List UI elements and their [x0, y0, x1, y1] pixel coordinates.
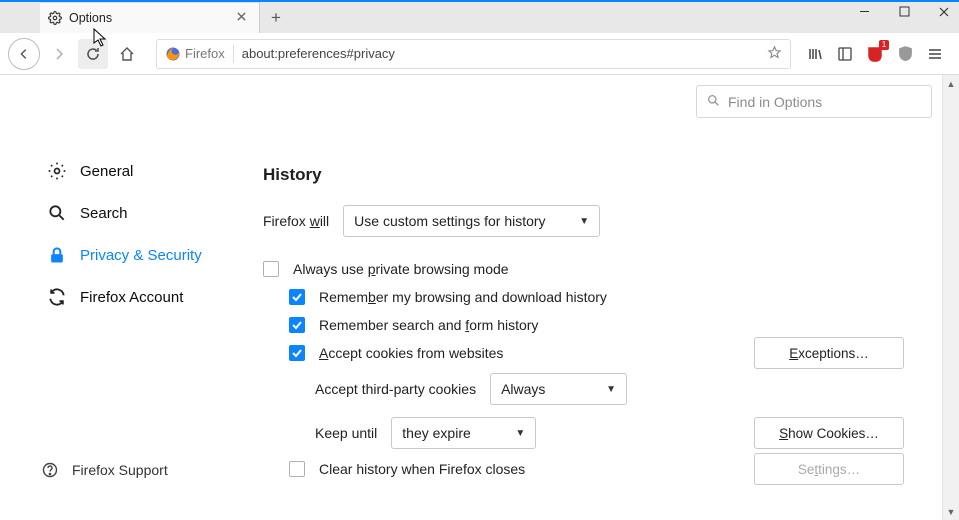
remember-search-label: Remember search and form history: [319, 317, 538, 333]
browser-tab-options[interactable]: Options: [40, 2, 260, 33]
app-menu-button[interactable]: [925, 44, 945, 64]
chevron-down-icon: ▼: [579, 216, 589, 227]
select-value: Use custom settings for history: [354, 213, 545, 229]
clear-on-close-checkbox[interactable]: [289, 461, 305, 477]
bookmark-star-button[interactable]: [767, 45, 782, 63]
address-bar[interactable]: Firefox about:preferences#privacy: [156, 39, 791, 69]
cookie-exceptions-button[interactable]: Exceptions…: [754, 337, 904, 369]
keep-until-label: Keep until: [315, 425, 377, 441]
always-private-row: Always use private browsing mode: [263, 261, 914, 277]
sidebar-item-search[interactable]: Search: [40, 192, 235, 234]
select-value: they expire: [402, 425, 470, 441]
home-button[interactable]: [112, 39, 142, 69]
scroll-up-button[interactable]: ▲: [943, 75, 959, 92]
navigation-toolbar: Firefox about:preferences#privacy 1: [0, 33, 959, 75]
ublock-icon[interactable]: 1: [865, 44, 885, 64]
sync-icon: [46, 286, 68, 308]
tab-drag-space: [0, 2, 40, 33]
tab-close-button[interactable]: [232, 9, 251, 27]
help-icon: [40, 460, 60, 480]
ublock-badge: 1: [879, 40, 889, 50]
gear-icon: [46, 160, 68, 182]
show-cookies-button[interactable]: Show Cookies…: [754, 417, 904, 449]
sidebar-item-general[interactable]: General: [40, 150, 235, 192]
separator: [233, 45, 234, 63]
sidebar-label: Firefox Account: [80, 289, 183, 306]
section-title-history: History: [263, 165, 914, 185]
third-party-label: Accept third-party cookies: [315, 381, 476, 397]
remember-search-checkbox[interactable]: [289, 317, 305, 333]
window-controls: [855, 6, 953, 18]
sidebar-item-privacy[interactable]: Privacy & Security: [40, 234, 235, 276]
chevron-down-icon: ▼: [606, 384, 616, 395]
scroll-down-button[interactable]: ▼: [943, 503, 959, 520]
history-mode-select[interactable]: Use custom settings for history ▼: [343, 205, 600, 237]
back-button[interactable]: [8, 38, 40, 70]
find-in-options-input[interactable]: Find in Options: [696, 85, 932, 118]
identity-box[interactable]: Firefox: [165, 46, 225, 62]
sidebar-label: General: [80, 163, 133, 180]
new-tab-button[interactable]: +: [260, 2, 292, 33]
tab-title: Options: [69, 11, 232, 25]
accept-cookies-label: Accept cookies from websites: [319, 345, 503, 361]
third-party-select[interactable]: Always ▼: [490, 373, 627, 405]
extension-shield-icon[interactable]: [895, 44, 915, 64]
history-mode-row: Firefox will Use custom settings for his…: [263, 205, 914, 237]
identity-label: Firefox: [185, 46, 225, 61]
tab-strip: Options +: [0, 0, 959, 33]
support-label: Firefox Support: [72, 462, 168, 478]
vertical-scrollbar[interactable]: ▲ ▼: [942, 75, 959, 520]
clear-on-close-row: Clear history when Firefox closes Settin…: [289, 461, 914, 477]
keep-until-select[interactable]: they expire ▼: [391, 417, 536, 449]
keep-until-row: Keep until they expire ▼ Show Cookies…: [315, 417, 914, 449]
firefox-support-link[interactable]: Firefox Support: [40, 460, 168, 480]
toolbar-right: 1: [805, 44, 951, 64]
accept-cookies-checkbox[interactable]: [289, 345, 305, 361]
firefox-icon: [165, 46, 181, 62]
always-private-checkbox[interactable]: [263, 261, 279, 277]
url-text: about:preferences#privacy: [242, 46, 759, 61]
forward-button[interactable]: [44, 39, 74, 69]
lock-icon: [46, 244, 68, 266]
remember-browsing-label: Remember my browsing and download histor…: [319, 289, 607, 305]
search-icon: [707, 94, 720, 110]
minimize-button[interactable]: [855, 6, 873, 18]
remember-browsing-checkbox[interactable]: [289, 289, 305, 305]
preferences-main: Find in Options History Firefox will Use…: [235, 75, 942, 520]
reload-button[interactable]: [78, 39, 108, 69]
third-party-row: Accept third-party cookies Always ▼: [315, 373, 914, 405]
remember-search-row: Remember search and form history: [289, 317, 914, 333]
search-icon: [46, 202, 68, 224]
history-will-label: Firefox will: [263, 213, 329, 229]
accept-cookies-row: Accept cookies from websites Exceptions…: [289, 345, 914, 361]
sidebar-label: Privacy & Security: [80, 247, 202, 264]
sidebar-item-account[interactable]: Firefox Account: [40, 276, 235, 318]
gear-icon: [48, 11, 62, 25]
clear-settings-button: Settings…: [754, 453, 904, 485]
always-private-label: Always use private browsing mode: [293, 261, 509, 277]
sidebar-label: Search: [80, 205, 128, 222]
chevron-down-icon: ▼: [515, 428, 525, 439]
find-placeholder: Find in Options: [728, 94, 822, 110]
preferences-sidebar: General Search Privacy & Security Firefo…: [0, 75, 235, 520]
close-window-button[interactable]: [935, 6, 953, 18]
maximize-button[interactable]: [895, 6, 913, 18]
select-value: Always: [501, 381, 545, 397]
clear-on-close-label: Clear history when Firefox closes: [319, 461, 525, 477]
library-button[interactable]: [805, 44, 825, 64]
sidebar-button[interactable]: [835, 44, 855, 64]
remember-browsing-row: Remember my browsing and download histor…: [289, 289, 914, 305]
